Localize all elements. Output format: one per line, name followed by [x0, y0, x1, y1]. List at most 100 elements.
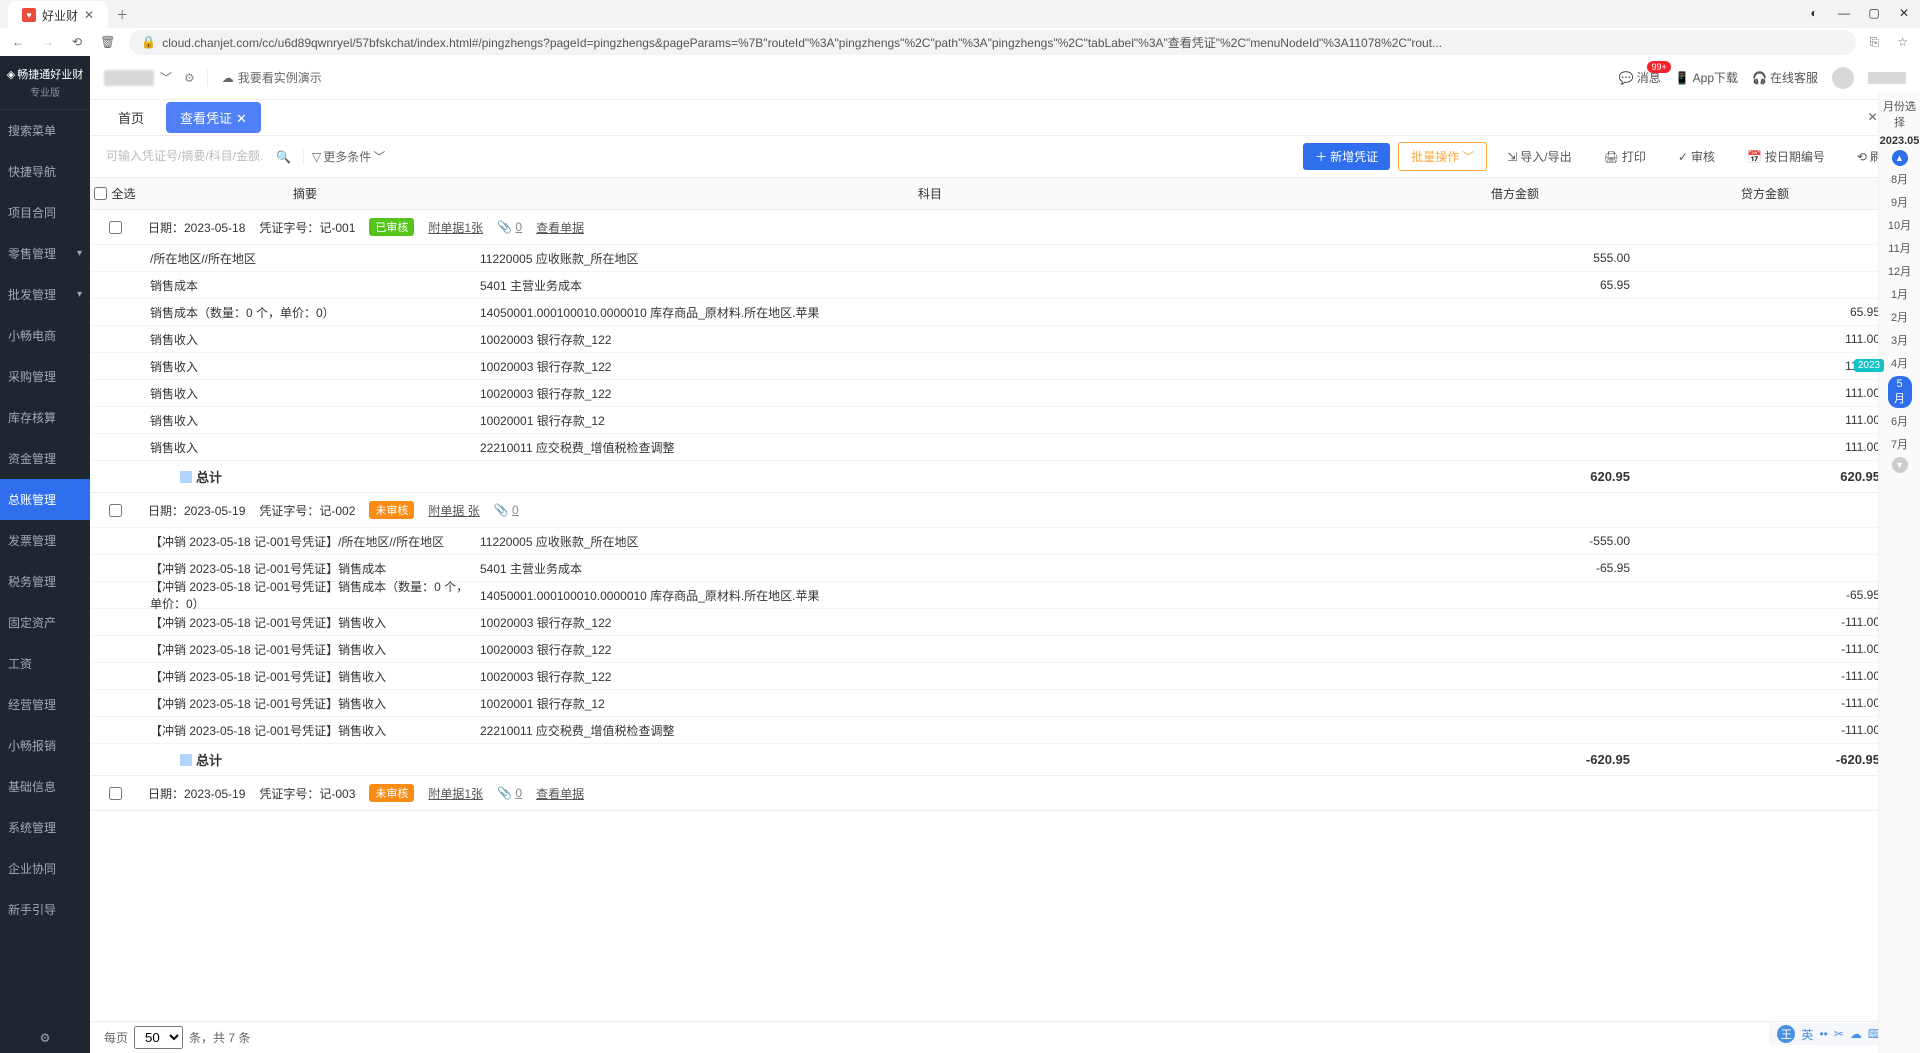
sidebar-item[interactable]: 零售管理▾	[0, 233, 90, 274]
attachment-link[interactable]: 附单据 张	[428, 502, 479, 519]
url-box[interactable]: 🔒 cloud.chanjet.com/cc/u6d89qwnryel/57bf…	[129, 30, 1855, 55]
sidebar-item[interactable]: 小畅报销	[0, 725, 90, 766]
sidebar-item[interactable]: 资金管理	[0, 438, 90, 479]
close-tab-icon[interactable]: ✕	[84, 8, 94, 22]
more-conditions[interactable]: ▽ 更多条件 ﹀	[312, 148, 385, 165]
month-item[interactable]: 12月	[1884, 261, 1915, 281]
month-item[interactable]: 7月	[1887, 434, 1912, 454]
minimize-icon[interactable]: —	[1830, 2, 1858, 24]
star-icon[interactable]: ☆	[1893, 33, 1912, 51]
row-checkbox[interactable]	[109, 221, 122, 234]
month-item[interactable]: 10月	[1884, 215, 1915, 235]
batch-ops-button[interactable]: 批量操作 ﹀	[1398, 142, 1487, 171]
close-window-icon[interactable]: ✕	[1890, 2, 1918, 24]
new-voucher-button[interactable]: ＋ 新增凭证	[1303, 143, 1390, 170]
month-up-icon[interactable]: ▲	[1892, 150, 1908, 166]
month-item[interactable]: 6月	[1887, 411, 1912, 431]
month-item[interactable]: 11月	[1884, 238, 1914, 258]
entry-row[interactable]: 【冲销 2023-05-18 记-001号凭证】销售收入10020003 银行存…	[90, 662, 1920, 689]
view-doc-link[interactable]: 查看单据	[536, 785, 584, 802]
sidebar-item[interactable]: 项目合同	[0, 192, 90, 233]
tab-home[interactable]: 首页	[104, 102, 158, 133]
ime-lang[interactable]: 英	[1801, 1026, 1813, 1043]
search-icon[interactable]: 🔍	[272, 146, 295, 168]
row-checkbox[interactable]	[109, 787, 122, 800]
ime-main-icon[interactable]: 王	[1777, 1025, 1795, 1043]
sidebar-item[interactable]: 固定资产	[0, 602, 90, 643]
entry-row[interactable]: 销售收入22210011 应交税费_增值税检查调整111.00	[90, 433, 1920, 460]
month-item[interactable]: 2月	[1887, 307, 1912, 327]
entry-row[interactable]: 【冲销 2023-05-18 记-001号凭证】销售收入10020003 银行存…	[90, 608, 1920, 635]
company-selector[interactable]: ﹀	[104, 69, 172, 86]
search-input[interactable]	[104, 145, 264, 168]
entry-row[interactable]: 销售收入10020003 银行存款_122111.00	[90, 352, 1920, 379]
attachment-link[interactable]: 附单据1张	[428, 219, 483, 236]
messages-link[interactable]: 💬消息99+	[1619, 69, 1661, 86]
ime-icon[interactable]: ••	[1819, 1027, 1827, 1041]
settings-icon[interactable]: ⚙	[184, 71, 195, 85]
entry-row[interactable]: /所在地区//所在地区11220005 应收账款_所在地区555.00	[90, 244, 1920, 271]
entry-row[interactable]: 销售收入10020001 银行存款_12111.00	[90, 406, 1920, 433]
sidebar-item[interactable]: 库存核算	[0, 397, 90, 438]
audit-button[interactable]: ✓ 审核	[1666, 143, 1727, 170]
delete-icon[interactable]: 🗑	[96, 33, 119, 51]
ime-icon[interactable]: ✂	[1834, 1027, 1844, 1041]
forward-icon[interactable]: →	[38, 33, 58, 51]
sidebar-item[interactable]: 新手引导	[0, 889, 90, 930]
entry-row[interactable]: 【冲销 2023-05-18 记-001号凭证】销售成本（数量：0 个，单价：0…	[90, 581, 1920, 608]
install-icon[interactable]: ⎘	[1866, 33, 1884, 52]
month-item[interactable]: 1月	[1887, 284, 1912, 304]
service-link[interactable]: 🎧在线客服	[1752, 69, 1818, 86]
entry-row[interactable]: 销售收入10020003 银行存款_122111.00	[90, 325, 1920, 352]
toolbar: 🔍 ▽ 更多条件 ﹀ ＋ 新增凭证 批量操作 ﹀ ⇲ 导入/导出 🖨 打印 ✓ …	[90, 136, 1920, 178]
reload-icon[interactable]: ⟲	[68, 33, 86, 51]
entry-row[interactable]: 【冲销 2023-05-18 记-001号凭证】销售收入22210011 应交税…	[90, 716, 1920, 743]
month-item[interactable]: 8月	[1887, 169, 1912, 189]
view-doc-link[interactable]: 查看单据	[536, 219, 584, 236]
info-icon[interactable]: ◐	[1800, 2, 1828, 24]
sidebar-item[interactable]: 批发管理▾	[0, 274, 90, 315]
entry-row[interactable]: 【冲销 2023-05-18 记-001号凭证】/所在地区//所在地区11220…	[90, 527, 1920, 554]
row-checkbox[interactable]	[109, 504, 122, 517]
sidebar-item[interactable]: 小畅电商	[0, 315, 90, 356]
print-button[interactable]: 🖨 打印	[1592, 143, 1658, 170]
page-size-select[interactable]: 50	[134, 1026, 183, 1049]
demo-link[interactable]: ☁ 我要看实例演示	[207, 69, 322, 86]
entry-row[interactable]: 销售成本5401 主营业务成本65.95	[90, 271, 1920, 298]
month-item[interactable]: 3月	[1887, 330, 1912, 350]
bydate-button[interactable]: 📅 按日期编号	[1735, 143, 1837, 170]
sidebar-item[interactable]: 税务管理	[0, 561, 90, 602]
entry-row[interactable]: 销售收入10020003 银行存款_122111.00	[90, 379, 1920, 406]
sidebar-item[interactable]: 搜索菜单	[0, 110, 90, 151]
sidebar-item[interactable]: 采购管理	[0, 356, 90, 397]
month-item[interactable]: 5月	[1888, 376, 1912, 408]
browser-tab[interactable]: ♥ 好业财 ✕	[8, 1, 108, 29]
maximize-icon[interactable]: ▢	[1860, 2, 1888, 24]
avatar-icon[interactable]	[1832, 67, 1854, 89]
sidebar-item[interactable]: 系统管理	[0, 807, 90, 848]
attachment-link[interactable]: 附单据1张	[428, 785, 483, 802]
tab-voucher[interactable]: 查看凭证✕	[166, 102, 261, 133]
close-tab-icon[interactable]: ✕	[236, 111, 247, 126]
sidebar-item[interactable]: 经营管理	[0, 684, 90, 725]
month-item[interactable]: 9月	[1887, 192, 1912, 212]
ime-icon[interactable]: ☁	[1850, 1027, 1862, 1041]
back-icon[interactable]: ←	[8, 33, 28, 51]
entry-row[interactable]: 【冲销 2023-05-18 记-001号凭证】销售成本5401 主营业务成本-…	[90, 554, 1920, 581]
month-item[interactable]: 4月	[1887, 353, 1912, 373]
entry-row[interactable]: 【冲销 2023-05-18 记-001号凭证】销售收入10020003 银行存…	[90, 635, 1920, 662]
entry-row[interactable]: 销售成本（数量：0 个，单价：0）14050001.000100010.0000…	[90, 298, 1920, 325]
gear-icon[interactable]: ⚙	[40, 1031, 51, 1045]
sidebar-item[interactable]: 企业协同	[0, 848, 90, 889]
new-tab-button[interactable]: ＋	[108, 2, 136, 27]
import-export-button[interactable]: ⇲ 导入/导出	[1495, 143, 1583, 170]
entry-row[interactable]: 【冲销 2023-05-18 记-001号凭证】销售收入10020001 银行存…	[90, 689, 1920, 716]
select-all-checkbox[interactable]	[94, 187, 107, 200]
sidebar-item[interactable]: 快捷导航	[0, 151, 90, 192]
download-link[interactable]: 📱App下载	[1675, 69, 1738, 86]
sidebar-item[interactable]: 基础信息	[0, 766, 90, 807]
sidebar-item[interactable]: 总账管理	[0, 479, 90, 520]
sidebar-item[interactable]: 工资	[0, 643, 90, 684]
month-down-icon[interactable]: ▼	[1892, 457, 1908, 473]
sidebar-item[interactable]: 发票管理	[0, 520, 90, 561]
